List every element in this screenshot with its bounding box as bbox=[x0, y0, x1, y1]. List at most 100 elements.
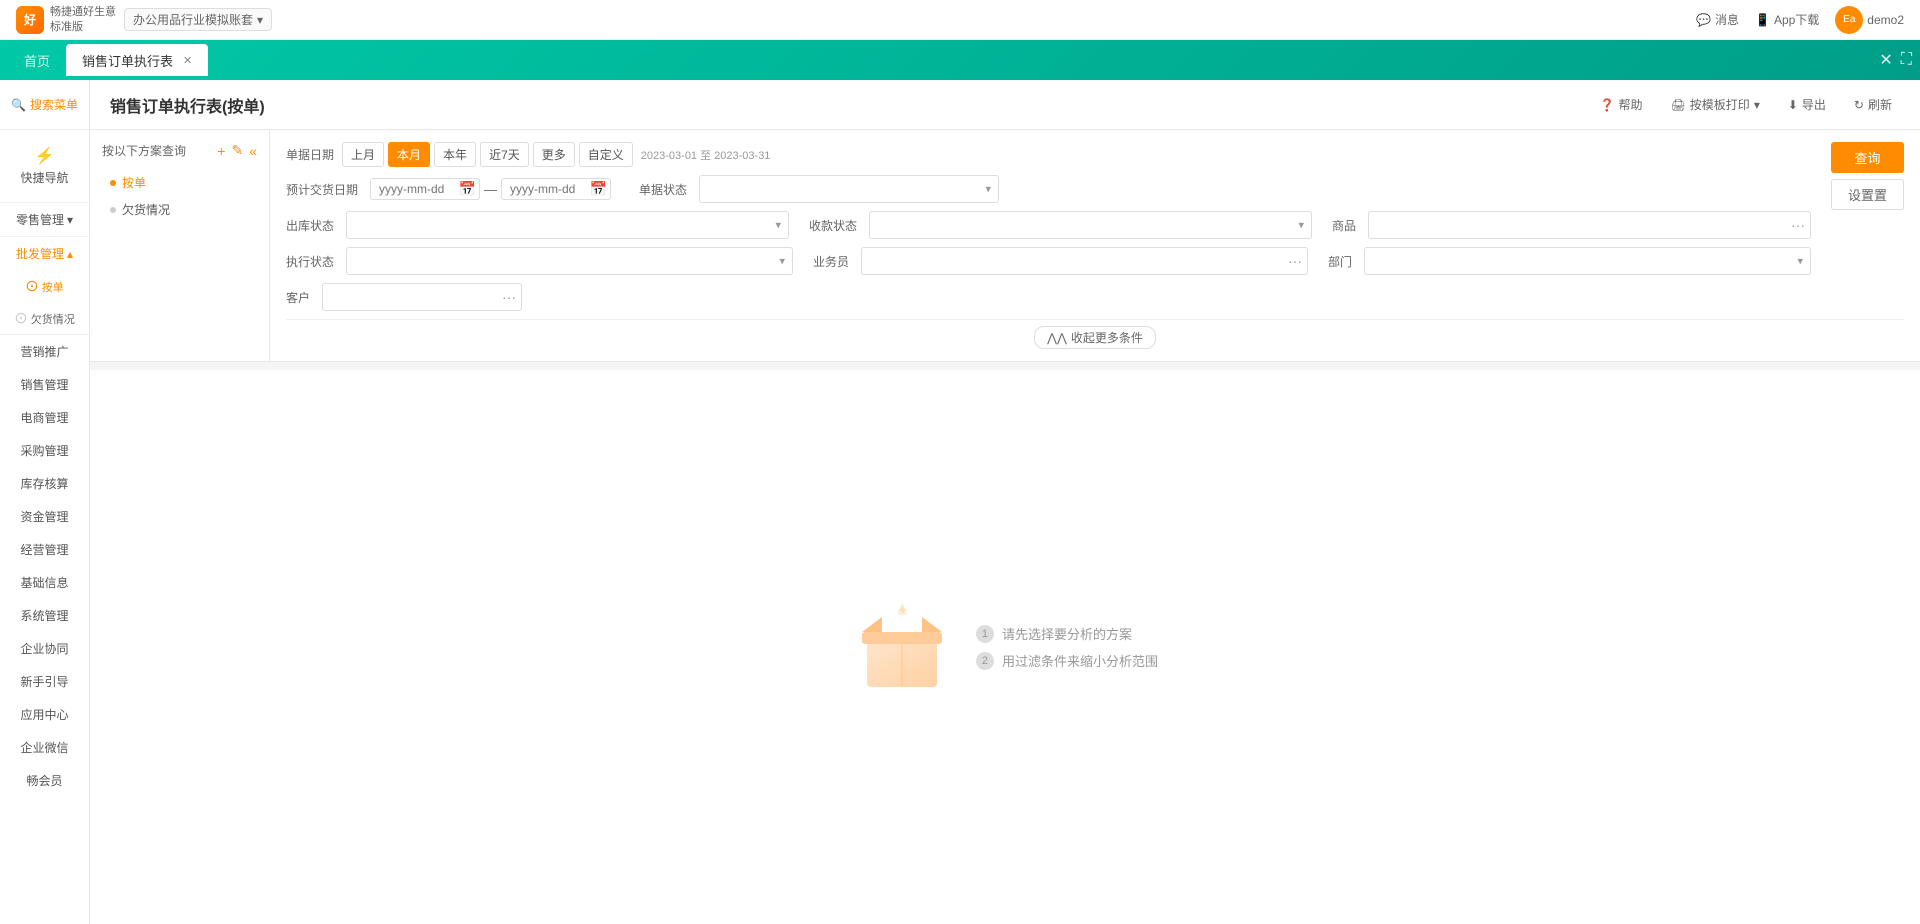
page-title: 销售订单执行表(按单) bbox=[110, 93, 265, 117]
empty-box-illustration: ✦ bbox=[852, 597, 952, 697]
empty-tips: 1 请先选择要分析的方案 2 用过滤条件来缩小分析范围 bbox=[976, 624, 1158, 670]
scheme-add-btn[interactable]: + bbox=[217, 143, 225, 159]
date-btn-last-month[interactable]: 上月 bbox=[342, 142, 384, 167]
expected-date-row: 预计交货日期 📅 — 📅 bbox=[286, 175, 1811, 203]
empty-state-content: ✦ 1 请先选择要分析的方案 2 用过滤条件来缩小分析范围 bbox=[852, 597, 1158, 697]
sidebar-group-wholesale: 批发管理 ▴ ⊙ 按单 ⊙ 欠货情况 bbox=[0, 237, 89, 335]
customer-wrapper: ··· bbox=[322, 283, 522, 311]
sidebar-sub-item-order[interactable]: ⊙ 按单 bbox=[0, 270, 89, 302]
empty-tip-2: 2 用过滤条件来缩小分析范围 bbox=[976, 651, 1158, 670]
sidebar-group-retail: 零售管理 ▾ bbox=[0, 203, 89, 237]
dept-select[interactable] bbox=[1364, 247, 1811, 275]
template-print-btn[interactable]: 🖨 按模板打印 ▾ bbox=[1663, 92, 1768, 117]
refresh-btn[interactable]: ↻ 刷新 bbox=[1846, 92, 1900, 117]
status-select[interactable] bbox=[699, 175, 999, 203]
tab-close-btn[interactable]: ✕ bbox=[183, 54, 192, 67]
avatar: Ea bbox=[1835, 6, 1863, 34]
sidebar-item-basic[interactable]: 基础信息 bbox=[0, 566, 89, 599]
date-filter-row: 单据日期 上月 本月 本年 近7天 更多 自定义 2023-03-01 至 20… bbox=[286, 142, 1811, 167]
search-menu-btn[interactable]: 🔍 搜索菜单 bbox=[8, 90, 81, 119]
logo-icon: 好 bbox=[16, 6, 44, 34]
filter-row-4: 客户 ··· bbox=[286, 283, 1811, 311]
page-header: 销售订单执行表(按单) ❓ 帮助 🖨 按模板打印 ▾ ⬇ 导出 ↻ 刷新 bbox=[90, 80, 1920, 130]
sidebar-item-business[interactable]: 经营管理 bbox=[0, 533, 89, 566]
customer-more-icon[interactable]: ··· bbox=[502, 289, 516, 305]
status-select-wrapper: ▾ bbox=[699, 175, 999, 203]
user-avatar[interactable]: Ea demo2 bbox=[1835, 6, 1904, 34]
dept-wrapper bbox=[1364, 247, 1811, 275]
delivery-status-wrapper bbox=[346, 211, 789, 239]
quick-nav-section: ⚡ 快捷导航 bbox=[0, 130, 89, 203]
industry-selector[interactable]: 办公用品行业模拟账套 ▾ bbox=[124, 8, 272, 31]
sidebar-item-wholesale[interactable]: 批发管理 ▴ bbox=[0, 237, 89, 270]
settings-btn[interactable]: 设置置 bbox=[1831, 179, 1904, 210]
collapse-btn[interactable]: ⋀⋀ 收起更多条件 bbox=[1034, 326, 1156, 349]
collapse-bar: ⋀⋀ 收起更多条件 bbox=[286, 319, 1904, 349]
salesman-wrapper: ··· bbox=[861, 247, 1308, 275]
help-btn[interactable]: ❓ 帮助 bbox=[1592, 92, 1651, 117]
message-btn[interactable]: 💬 消息 bbox=[1696, 11, 1739, 28]
scheme-panel-header: 按以下方案查询 + ✎ « bbox=[102, 142, 257, 159]
goods-more-icon[interactable]: ··· bbox=[1791, 217, 1805, 233]
payment-status-select[interactable] bbox=[869, 211, 1312, 239]
sidebar-item-inventory[interactable]: 库存核算 bbox=[0, 467, 89, 500]
sidebar-item-quick-nav[interactable]: ⚡ 快捷导航 bbox=[0, 138, 89, 194]
sidebar-item-wechat[interactable]: 企业微信 bbox=[0, 731, 89, 764]
customer-input[interactable] bbox=[322, 283, 522, 311]
scheme-dot-active bbox=[110, 180, 116, 186]
payment-status-wrapper bbox=[869, 211, 1312, 239]
sidebar-item-newbie[interactable]: 新手引导 bbox=[0, 665, 89, 698]
sidebar-item-marketing[interactable]: 营销推广 bbox=[0, 335, 89, 368]
scheme-dot-inactive bbox=[110, 207, 116, 213]
tab-sales-exec[interactable]: 销售订单执行表 ✕ bbox=[66, 44, 208, 76]
export-btn[interactable]: ⬇ 导出 bbox=[1780, 92, 1834, 117]
sidebar-item-ecom[interactable]: 电商管理 bbox=[0, 401, 89, 434]
goods-input[interactable] bbox=[1368, 211, 1811, 239]
tab-close-all-btn[interactable]: ✕ bbox=[1879, 50, 1892, 70]
date-btn-group: 上月 本月 本年 近7天 更多 自定义 bbox=[342, 142, 633, 167]
sidebar-item-app-center[interactable]: 应用中心 bbox=[0, 698, 89, 731]
sidebar-item-retail[interactable]: 零售管理 ▾ bbox=[0, 203, 89, 236]
sidebar-item-finance[interactable]: 资金管理 bbox=[0, 500, 89, 533]
tab-home[interactable]: 首页 bbox=[8, 44, 66, 76]
filter-main: 单据日期 上月 本月 本年 近7天 更多 自定义 2023-03-01 至 20… bbox=[270, 130, 1920, 361]
sidebar-item-system[interactable]: 系统管理 bbox=[0, 599, 89, 632]
page-actions: ❓ 帮助 🖨 按模板打印 ▾ ⬇ 导出 ↻ 刷新 bbox=[1592, 92, 1900, 117]
delivery-status-select[interactable] bbox=[346, 211, 789, 239]
goods-wrapper: ··· bbox=[1368, 211, 1811, 239]
scheme-edit-btn[interactable]: ✎ bbox=[231, 142, 243, 159]
sidebar-item-enterprise[interactable]: 企业协同 bbox=[0, 632, 89, 665]
date-btn-more[interactable]: 更多 bbox=[533, 142, 575, 167]
query-btn[interactable]: 查询 bbox=[1831, 142, 1904, 173]
empty-state: ✦ 1 请先选择要分析的方案 2 用过滤条件来缩小分析范围 bbox=[90, 370, 1920, 924]
date-btn-this-month[interactable]: 本月 bbox=[388, 142, 430, 167]
salesman-more-icon[interactable]: ··· bbox=[1288, 253, 1302, 269]
exec-status-select[interactable] bbox=[346, 247, 793, 275]
filter-row-2: 出库状态 收款状态 bbox=[286, 211, 1811, 239]
sidebar-item-sales-mgmt[interactable]: 销售管理 bbox=[0, 368, 89, 401]
scheme-collapse-btn[interactable]: « bbox=[249, 143, 257, 159]
app-download-btn[interactable]: 📱 App下载 bbox=[1755, 11, 1819, 28]
salesman-input[interactable] bbox=[861, 247, 1308, 275]
query-btns: 查询 设置置 bbox=[1831, 142, 1904, 210]
sidebar-item-purchase[interactable]: 采购管理 bbox=[0, 434, 89, 467]
calendar-end-icon[interactable]: 📅 bbox=[590, 181, 607, 198]
calendar-start-icon[interactable]: 📅 bbox=[459, 181, 476, 198]
logo: 好 畅捷通好生意 标准版 bbox=[16, 5, 116, 34]
filter-scheme-panel: 按以下方案查询 + ✎ « 按单 欠货情况 bbox=[90, 130, 1920, 362]
scheme-item-order[interactable]: 按单 bbox=[102, 169, 257, 196]
logo-text: 畅捷通好生意 标准版 bbox=[50, 5, 116, 34]
empty-tip-1: 1 请先选择要分析的方案 bbox=[976, 624, 1158, 643]
sidebar-search-area: 🔍 搜索菜单 bbox=[0, 80, 89, 130]
sidebar-item-member[interactable]: 畅会员 bbox=[0, 764, 89, 797]
sidebar-sub-item-debt[interactable]: ⊙ 欠货情况 bbox=[0, 302, 89, 334]
date-btn-this-year[interactable]: 本年 bbox=[434, 142, 476, 167]
scheme-item-debt[interactable]: 欠货情况 bbox=[102, 196, 257, 223]
date-btn-custom[interactable]: 自定义 bbox=[579, 142, 633, 167]
date-btn-last7[interactable]: 近7天 bbox=[480, 142, 529, 167]
scheme-panel: 按以下方案查询 + ✎ « 按单 欠货情况 bbox=[90, 130, 270, 361]
exec-status-wrapper bbox=[346, 247, 793, 275]
filter-row-3: 执行状态 业务员 ··· 部门 bbox=[286, 247, 1811, 275]
tab-expand-btn[interactable]: ⛶ bbox=[1901, 51, 1912, 69]
date-input-group: 📅 — 📅 bbox=[370, 178, 611, 200]
